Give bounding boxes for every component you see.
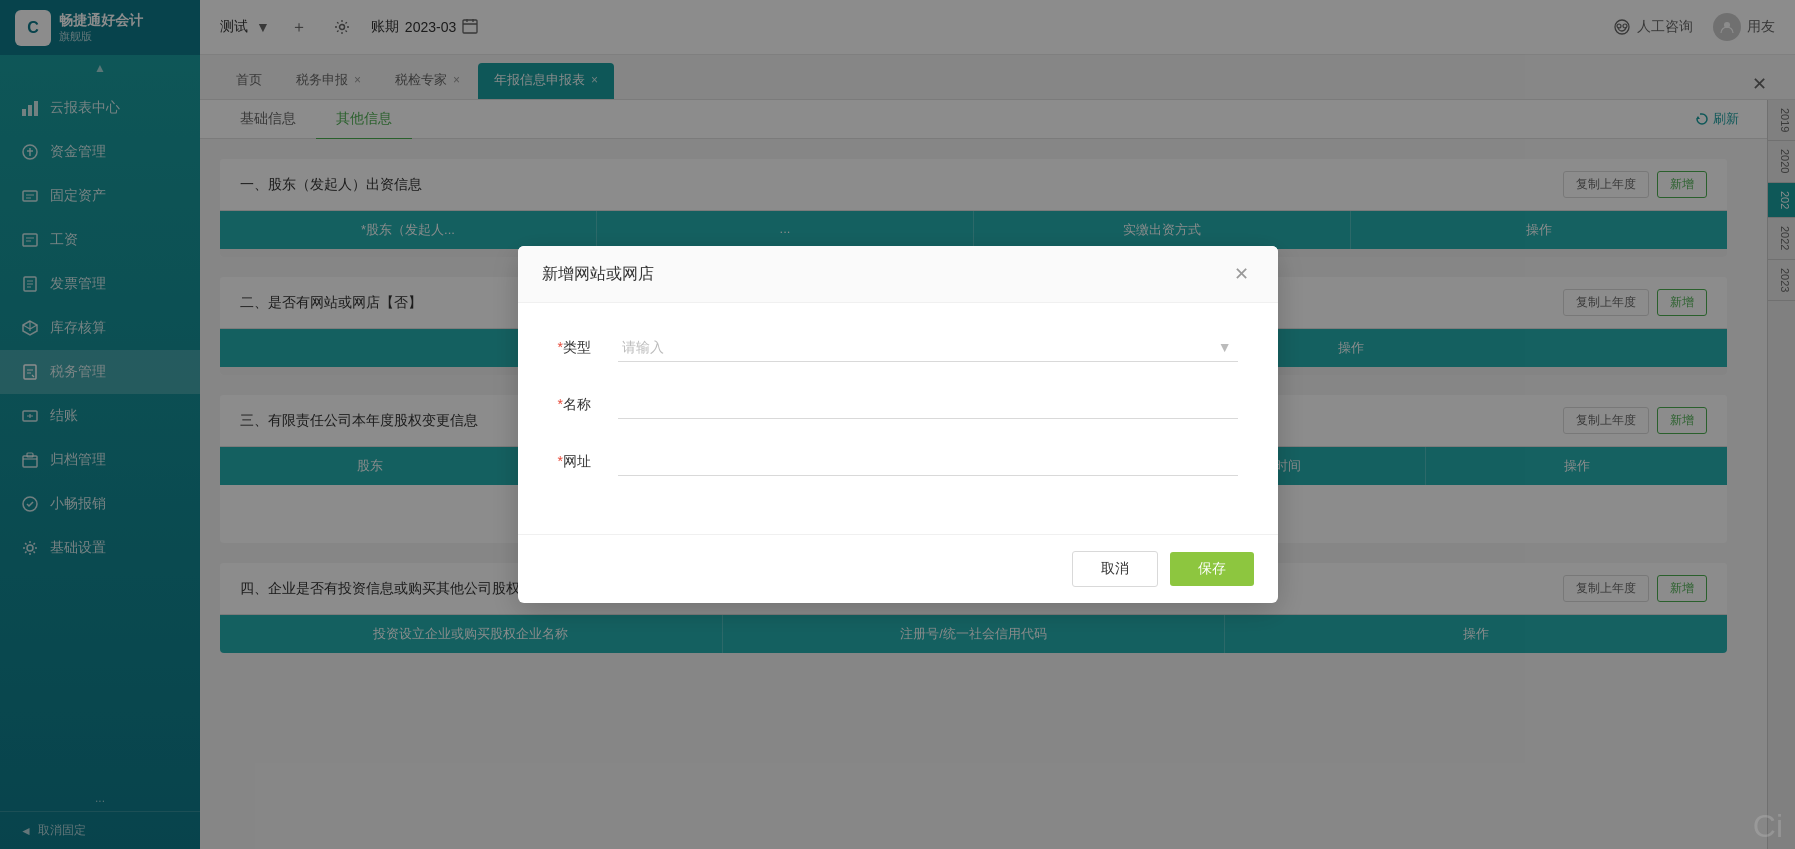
url-input[interactable]: [618, 447, 1238, 475]
add-website-modal: 新增网站或网店 ✕ *类型 ▼ *名称: [518, 246, 1278, 603]
form-row-type: *类型 ▼: [558, 333, 1238, 362]
type-input[interactable]: [618, 333, 1218, 361]
modal-overlay: 新增网站或网店 ✕ *类型 ▼ *名称: [0, 0, 1795, 849]
form-row-url: *网址: [558, 447, 1238, 476]
url-label: *网址: [558, 453, 618, 471]
name-input[interactable]: [618, 390, 1238, 418]
modal-title: 新增网站或网店: [542, 264, 654, 285]
type-input-wrap: ▼: [618, 333, 1238, 362]
cancel-button[interactable]: 取消: [1072, 551, 1158, 587]
modal-body: *类型 ▼ *名称 *网址: [518, 303, 1278, 534]
save-button[interactable]: 保存: [1170, 552, 1254, 586]
name-input-wrap: [618, 390, 1238, 419]
form-row-name: *名称: [558, 390, 1238, 419]
modal-footer: 取消 保存: [518, 534, 1278, 603]
type-dropdown-arrow-icon[interactable]: ▼: [1218, 339, 1238, 355]
modal-header: 新增网站或网店 ✕: [518, 246, 1278, 303]
modal-close-button[interactable]: ✕: [1230, 262, 1254, 286]
type-label: *类型: [558, 339, 618, 357]
name-label: *名称: [558, 396, 618, 414]
url-input-wrap: [618, 447, 1238, 476]
